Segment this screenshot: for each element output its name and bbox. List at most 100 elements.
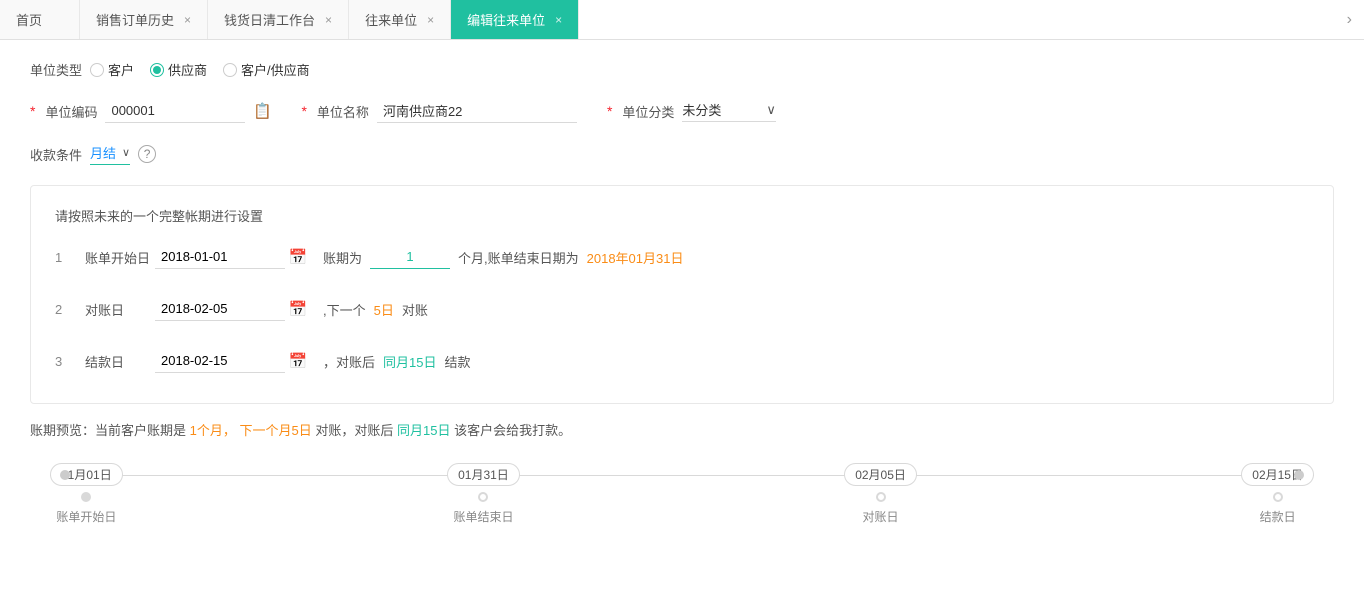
reconcile-date-input[interactable]: [155, 297, 285, 321]
timeline: 01月01日 账单开始日 01月31日 账单结束日 02月05日 对账日 02月…: [30, 463, 1334, 525]
row3-num: 3: [55, 354, 85, 369]
unit-type-radio-group: 客户 供应商 客户/供应商: [90, 60, 310, 79]
unit-category-dropdown[interactable]: 未分类 ∨: [682, 100, 776, 122]
period-months-input[interactable]: [370, 245, 450, 269]
timeline-label-1: 账单开始日: [56, 508, 116, 525]
tab-sales-history[interactable]: 销售订单历史 ×: [80, 0, 208, 39]
payment-date-cal-icon[interactable]: 📅: [289, 352, 307, 370]
radio-supplier-dot: [153, 66, 161, 74]
tab-cash-work[interactable]: 钱货日清工作台 ×: [208, 0, 349, 39]
tab-sales-history-label: 销售订单历史: [96, 10, 174, 29]
timeline-end-cap: [1294, 470, 1304, 480]
unit-code-field: * 单位编码 📋: [30, 99, 271, 123]
timeline-date-2: 01月31日: [447, 463, 520, 486]
unit-category-value: 未分类: [682, 100, 762, 119]
unit-category-arrow-icon[interactable]: ∨: [766, 102, 776, 118]
help-icon[interactable]: ?: [138, 145, 156, 163]
unit-code-required: *: [30, 103, 35, 119]
payment-terms-value: 月结: [90, 143, 116, 162]
unit-info-row: * 单位编码 📋 * 单位名称 * 单位分类 未分类 ∨: [30, 99, 1334, 123]
section-instruction: 请按照未来的一个完整帐期进行设置: [55, 206, 1309, 225]
unit-type-field: 单位类型 客户 供应商 客户/供应商: [30, 60, 310, 79]
tab-partner-close[interactable]: ×: [427, 13, 434, 27]
preview-p3: 同月15日: [397, 423, 450, 438]
tab-home-label: 首页: [16, 10, 42, 29]
tab-bar: 首页 销售订单历史 × 钱货日清工作台 × 往来单位 × 编辑往来单位 × ›: [0, 0, 1364, 40]
tab-edit-partner-label: 编辑往来单位: [467, 10, 545, 29]
row3-desc-suffix: 结款: [444, 352, 470, 371]
radio-customer[interactable]: 客户: [90, 60, 134, 79]
payment-terms-field: 收款条件 月结 ∨ ?: [30, 143, 156, 165]
tab-cash-work-label: 钱货日清工作台: [224, 10, 315, 29]
period-section: 请按照未来的一个完整帐期进行设置 1 账单开始日 📅 账期为 个月,账单结束日期…: [30, 185, 1334, 404]
unit-category-field: * 单位分类 未分类 ∨: [607, 100, 776, 122]
tab-partner-label: 往来单位: [365, 10, 417, 29]
timeline-label-2: 账单结束日: [453, 508, 513, 525]
payment-terms-dropdown[interactable]: 月结 ∨: [90, 143, 130, 165]
tab-edit-partner[interactable]: 编辑往来单位 ×: [451, 0, 579, 39]
radio-both[interactable]: 客户/供应商: [223, 60, 310, 79]
radio-both-label: 客户/供应商: [241, 60, 310, 79]
unit-code-input[interactable]: [105, 99, 245, 123]
unit-name-input[interactable]: [377, 99, 577, 123]
preview-p1: 1个月，: [190, 423, 236, 438]
start-date-input[interactable]: [155, 245, 285, 269]
unit-type-label: 单位类型: [30, 60, 82, 79]
radio-both-circle: [223, 63, 237, 77]
unit-name-label: 单位名称: [317, 102, 369, 121]
timeline-label-3: 对账日: [863, 508, 899, 525]
preview-label: 账期预览：当前客户账期是: [30, 423, 186, 438]
tab-partner[interactable]: 往来单位 ×: [349, 0, 451, 39]
tab-edit-partner-close[interactable]: ×: [555, 13, 562, 27]
payment-terms-label: 收款条件: [30, 145, 82, 164]
radio-customer-circle: [90, 63, 104, 77]
reconcile-date-cal-icon[interactable]: 📅: [289, 300, 307, 318]
tab-sales-history-close[interactable]: ×: [184, 13, 191, 27]
row2-num: 2: [55, 302, 85, 317]
unit-category-label: 单位分类: [622, 102, 674, 121]
payment-date-input[interactable]: [155, 349, 285, 373]
payment-terms-row: 收款条件 月结 ∨ ?: [30, 143, 1334, 165]
tab-expand-button[interactable]: ›: [1335, 0, 1364, 39]
row1-end-date: 2018年01月31日: [587, 248, 684, 267]
unit-name-field: * 单位名称: [301, 99, 576, 123]
main-content: 单位类型 客户 供应商 客户/供应商: [0, 40, 1364, 608]
payment-date-row: 3 结款日 📅 ，对账后 同月15日 结款: [55, 349, 1309, 373]
preview-end: 该客户会给我打款。: [454, 423, 571, 438]
timeline-dot-2: [478, 492, 488, 502]
preview-mid: 对账，对账后: [315, 423, 393, 438]
start-date-row: 1 账单开始日 📅 账期为 个月,账单结束日期为 2018年01月31日: [55, 245, 1309, 269]
row3-desc-prefix: ，对账后: [323, 352, 375, 371]
row1-desc-prefix: 账期为: [323, 248, 362, 267]
row1-desc-unit: 个月,账单结束日期为: [458, 248, 579, 267]
timeline-label-4: 结款日: [1260, 508, 1296, 525]
row3-label: 结款日: [85, 352, 155, 371]
unit-code-label: 单位编码: [45, 102, 97, 121]
timeline-points: 01月01日 账单开始日 01月31日 账单结束日 02月05日 对账日 02月…: [50, 463, 1314, 525]
row2-highlight: 5日: [374, 300, 394, 319]
preview-text: 账期预览：当前客户账期是 1个月， 下一个月5日 对账，对账后 同月15日 该客…: [30, 420, 1334, 439]
row3-highlight: 同月15日: [383, 352, 436, 371]
timeline-date-3: 02月05日: [844, 463, 917, 486]
radio-supplier-label: 供应商: [168, 60, 207, 79]
payment-terms-arrow-icon[interactable]: ∨: [122, 146, 130, 159]
unit-category-required: *: [607, 103, 612, 119]
timeline-start-cap: [60, 470, 70, 480]
radio-supplier-circle: [150, 63, 164, 77]
row1-num: 1: [55, 250, 85, 265]
start-date-cal-icon[interactable]: 📅: [289, 248, 307, 266]
radio-supplier[interactable]: 供应商: [150, 60, 207, 79]
row2-desc-suffix: 对账: [402, 300, 428, 319]
reconcile-date-row: 2 对账日 📅 ,下一个 5日 对账: [55, 297, 1309, 321]
tab-home[interactable]: 首页: [0, 0, 80, 39]
timeline-point-3: 02月05日 对账日: [844, 463, 917, 525]
row2-label: 对账日: [85, 300, 155, 319]
timeline-point-2: 01月31日 账单结束日: [447, 463, 520, 525]
row2-desc-prefix: ,下一个: [323, 300, 366, 319]
unit-code-copy-icon[interactable]: 📋: [253, 102, 271, 120]
tab-cash-work-close[interactable]: ×: [325, 13, 332, 27]
row1-label: 账单开始日: [85, 248, 155, 267]
unit-type-row: 单位类型 客户 供应商 客户/供应商: [30, 60, 1334, 79]
radio-customer-label: 客户: [108, 60, 134, 79]
timeline-dot-3: [876, 492, 886, 502]
